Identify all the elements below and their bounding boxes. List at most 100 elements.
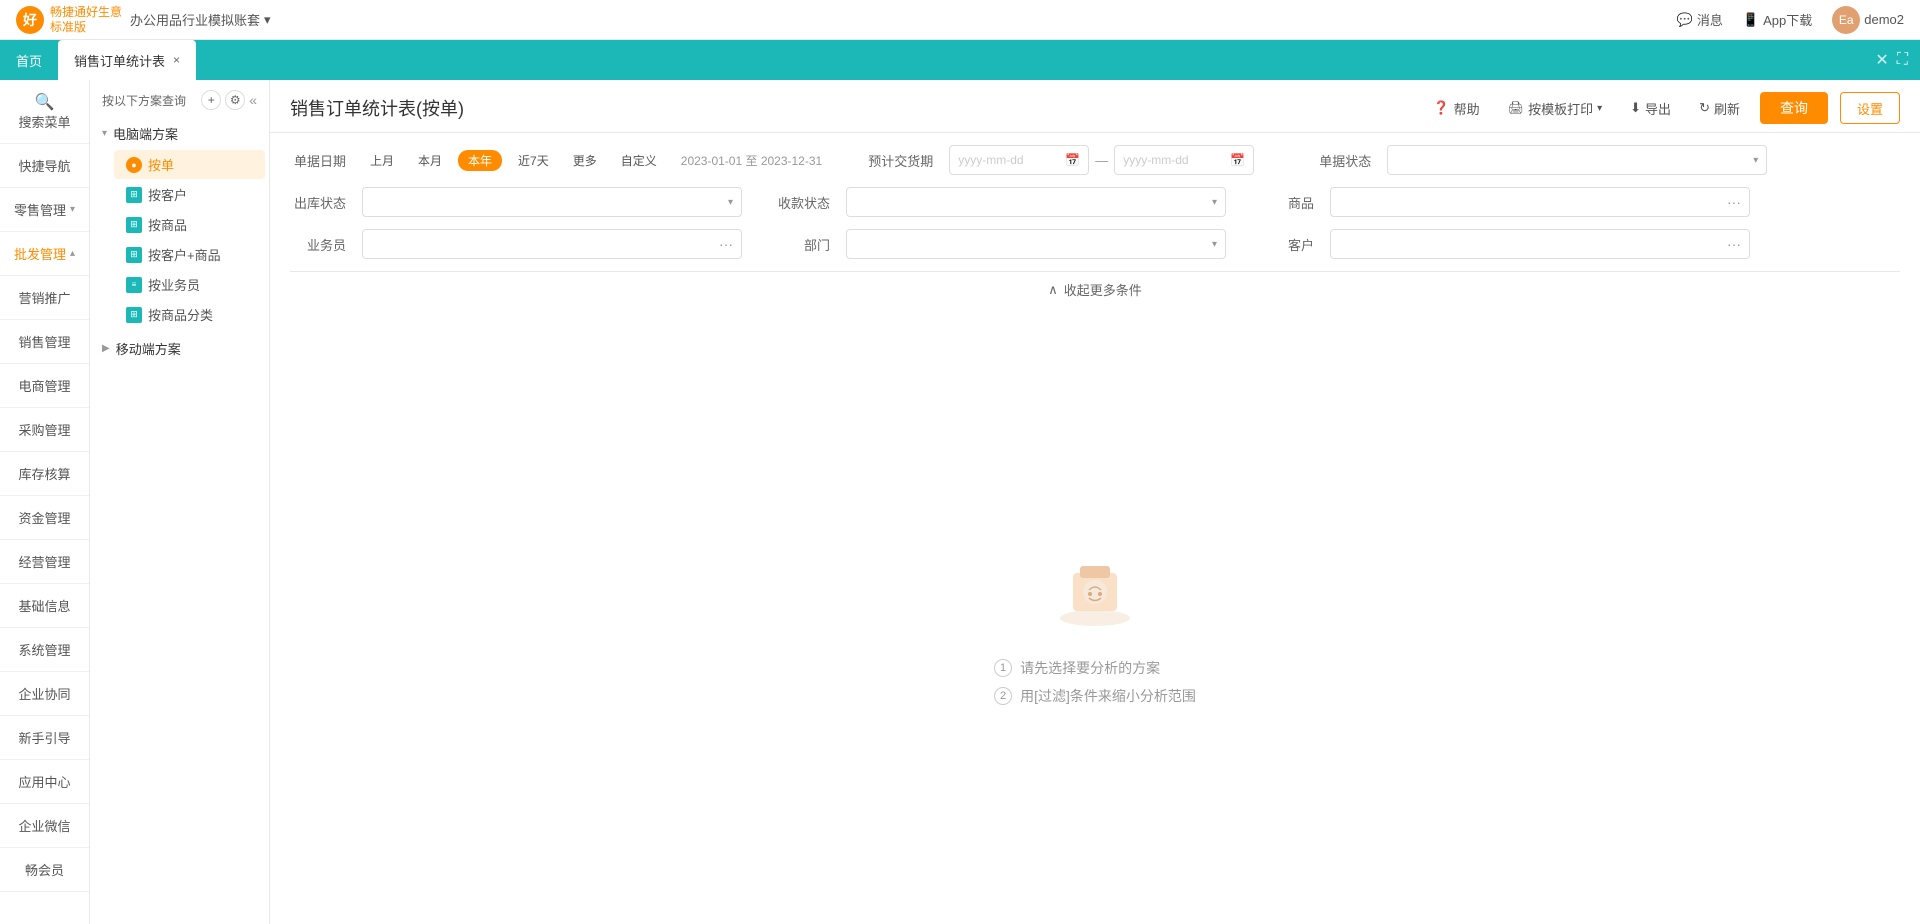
collapse-filters-button[interactable]: ∧ 收起更多条件: [290, 271, 1900, 307]
page-header: 销售订单统计表(按单) ❓ 帮助 🖨 按模板打印 ▾ ⬇: [270, 80, 1920, 133]
sidebar-item-sales-mgmt[interactable]: 销售管理: [0, 320, 89, 364]
chevron-down-icon: ▾: [102, 128, 107, 139]
date-separator: —: [1095, 153, 1108, 168]
goods-label: 商品: [1258, 193, 1314, 212]
tab-close-icon[interactable]: ×: [173, 53, 180, 67]
sidebar: 🔍 搜索菜单 快捷导航 零售管理 ▾ 批发管理 ▴ 营销推广 销售管理 电商管理…: [0, 80, 90, 924]
sidebar-item-finance[interactable]: 资金管理: [0, 496, 89, 540]
top-bar-right: 💬 消息 📱 App下载 Ea demo2: [1677, 6, 1904, 34]
help-button[interactable]: ❓ 帮助: [1425, 95, 1487, 122]
window-maximize-button[interactable]: ⛶: [1897, 50, 1908, 70]
doc-status-select[interactable]: ▾: [1387, 145, 1767, 175]
collapse-scheme-button[interactable]: «: [249, 92, 257, 108]
scheme-item-by-goods[interactable]: ⊞ 按商品: [114, 210, 265, 239]
scheme-grid-icon4: ⊞: [126, 307, 142, 323]
shortcut-last-month[interactable]: 上月: [362, 150, 402, 171]
ship-status-label: 出库状态: [290, 193, 346, 212]
goods-select[interactable]: ···: [1330, 187, 1750, 217]
department-select[interactable]: ▾: [846, 229, 1226, 259]
multi-select-icon3[interactable]: ···: [1727, 236, 1741, 252]
chevron-down-icon: ▾: [1212, 239, 1217, 250]
sidebar-item-retail[interactable]: 零售管理 ▾: [0, 188, 89, 232]
sidebar-item-member[interactable]: 畅会员: [0, 848, 89, 892]
filter-row-3: 业务员 ··· 部门 ▾ 客户 ···: [290, 229, 1900, 259]
sidebar-item-ecommerce[interactable]: 电商管理: [0, 364, 89, 408]
customer-select[interactable]: ···: [1330, 229, 1750, 259]
tab-home[interactable]: 首页: [0, 40, 58, 80]
content-area: 按以下方案查询 + ⚙ « ▾ 电脑端方案 ● 按单: [90, 80, 1920, 924]
export-button[interactable]: ⬇ 导出: [1622, 95, 1679, 122]
mobile-section-toggle[interactable]: ▶ 移动端方案: [90, 333, 269, 364]
scheme-item-by-customer-goods[interactable]: ⊞ 按客户+商品: [114, 240, 265, 269]
filter-row-1: 单据日期 上月 本月 本年 近7天 更多 自定义 2023-01-01 至 20…: [290, 145, 1900, 175]
user-avatar-button[interactable]: Ea demo2: [1832, 6, 1904, 34]
sidebar-item-operations[interactable]: 经营管理: [0, 540, 89, 584]
scheme-panel-header: 按以下方案查询 + ⚙ «: [90, 90, 269, 118]
multi-select-icon[interactable]: ···: [1727, 194, 1741, 210]
date-to-input[interactable]: yyyy-mm-dd 📅: [1114, 145, 1254, 175]
date-label: 单据日期: [290, 151, 346, 170]
sidebar-item-purchase[interactable]: 采购管理: [0, 408, 89, 452]
empty-illustration: [1045, 538, 1145, 638]
scheme-item-by-customer[interactable]: ⊞ 按客户: [114, 180, 265, 209]
print-button[interactable]: 🖨 按模板打印 ▾: [1500, 95, 1611, 122]
ship-status-select[interactable]: ▾: [362, 187, 742, 217]
scheme-item-by-category[interactable]: ⊞ 按商品分类: [114, 300, 265, 329]
sidebar-item-wechat[interactable]: 企业微信: [0, 804, 89, 848]
scheme-item-by-order[interactable]: ● 按单: [114, 150, 265, 179]
main-layout: 🔍 搜索菜单 快捷导航 零售管理 ▾ 批发管理 ▴ 营销推广 销售管理 电商管理…: [0, 80, 1920, 924]
top-bar-left: 好 畅捷通好生意 标准版 办公用品行业模拟账套 ▾: [16, 5, 271, 34]
chevron-down-icon: ▾: [70, 204, 75, 215]
app-download-button[interactable]: 📱 App下载: [1743, 10, 1812, 29]
refresh-button[interactable]: ↻ 刷新: [1691, 95, 1748, 122]
salesman-select[interactable]: ···: [362, 229, 742, 259]
calendar-icon: 📅: [1065, 153, 1080, 167]
avatar: Ea: [1832, 6, 1860, 34]
shortcut-custom[interactable]: 自定义: [613, 150, 665, 171]
sidebar-item-wholesale[interactable]: 批发管理 ▴: [0, 232, 89, 276]
shortcut-more[interactable]: 更多: [565, 150, 605, 171]
query-button[interactable]: 查询: [1760, 92, 1828, 124]
sidebar-item-enterprise[interactable]: 企业协同: [0, 672, 89, 716]
sidebar-item-system[interactable]: 系统管理: [0, 628, 89, 672]
scheme-panel: 按以下方案查询 + ⚙ « ▾ 电脑端方案 ● 按单: [90, 80, 270, 924]
sidebar-item-search[interactable]: 🔍 搜索菜单: [0, 80, 89, 144]
empty-state: 1 请先选择要分析的方案 2 用[过滤]条件来缩小分析范围: [270, 319, 1920, 924]
payment-status-select[interactable]: ▾: [846, 187, 1226, 217]
scheme-bar-icon: ≡: [126, 277, 142, 293]
filter-area: 单据日期 上月 本月 本年 近7天 更多 自定义 2023-01-01 至 20…: [270, 133, 1920, 319]
settings-scheme-button[interactable]: ⚙: [225, 90, 245, 110]
sidebar-item-marketing[interactable]: 营销推广: [0, 276, 89, 320]
chevron-down-icon: ▾: [1753, 155, 1758, 166]
sidebar-item-app-center[interactable]: 应用中心: [0, 760, 89, 804]
date-from-input[interactable]: yyyy-mm-dd 📅: [949, 145, 1089, 175]
sidebar-item-quick-nav[interactable]: 快捷导航: [0, 144, 89, 188]
sidebar-item-newbie[interactable]: 新手引导: [0, 716, 89, 760]
settings-button[interactable]: 设置: [1840, 92, 1900, 124]
salesman-label: 业务员: [290, 235, 346, 254]
pc-section-toggle[interactable]: ▾ 电脑端方案: [90, 118, 269, 149]
add-scheme-button[interactable]: +: [201, 90, 221, 110]
help-icon: ❓: [1433, 100, 1449, 116]
empty-tip-2: 2 用[过滤]条件来缩小分析范围: [994, 686, 1196, 706]
tab-sales-order-stats[interactable]: 销售订单统计表 ×: [58, 40, 196, 80]
message-icon: 💬: [1677, 12, 1693, 28]
multi-select-icon2[interactable]: ···: [719, 236, 733, 252]
sidebar-item-basic-info[interactable]: 基础信息: [0, 584, 89, 628]
scheme-grid-icon2: ⊞: [126, 217, 142, 233]
chevron-down-icon: ▾: [1597, 103, 1602, 114]
chevron-down-icon: ▾: [1212, 197, 1217, 208]
shortcut-this-month[interactable]: 本月: [410, 150, 450, 171]
shortcut-last-7days[interactable]: 近7天: [510, 150, 557, 171]
company-selector[interactable]: 办公用品行业模拟账套 ▾: [130, 10, 271, 29]
predicted-date-label: 预计交货期: [868, 151, 933, 170]
shortcut-this-year[interactable]: 本年: [458, 150, 502, 171]
chevron-up-icon: ∧: [1048, 282, 1058, 298]
sidebar-item-inventory[interactable]: 库存核算: [0, 452, 89, 496]
window-close-button[interactable]: ✕: [1875, 50, 1888, 70]
refresh-icon: ↻: [1699, 100, 1710, 116]
message-button[interactable]: 💬 消息: [1677, 10, 1723, 29]
scheme-list: ● 按单 ⊞ 按客户 ⊞ 按商品 ⊞ 按客户+商品: [90, 150, 269, 329]
scheme-item-by-salesman[interactable]: ≡ 按业务员: [114, 270, 265, 299]
chevron-down-icon: ▾: [264, 12, 271, 28]
